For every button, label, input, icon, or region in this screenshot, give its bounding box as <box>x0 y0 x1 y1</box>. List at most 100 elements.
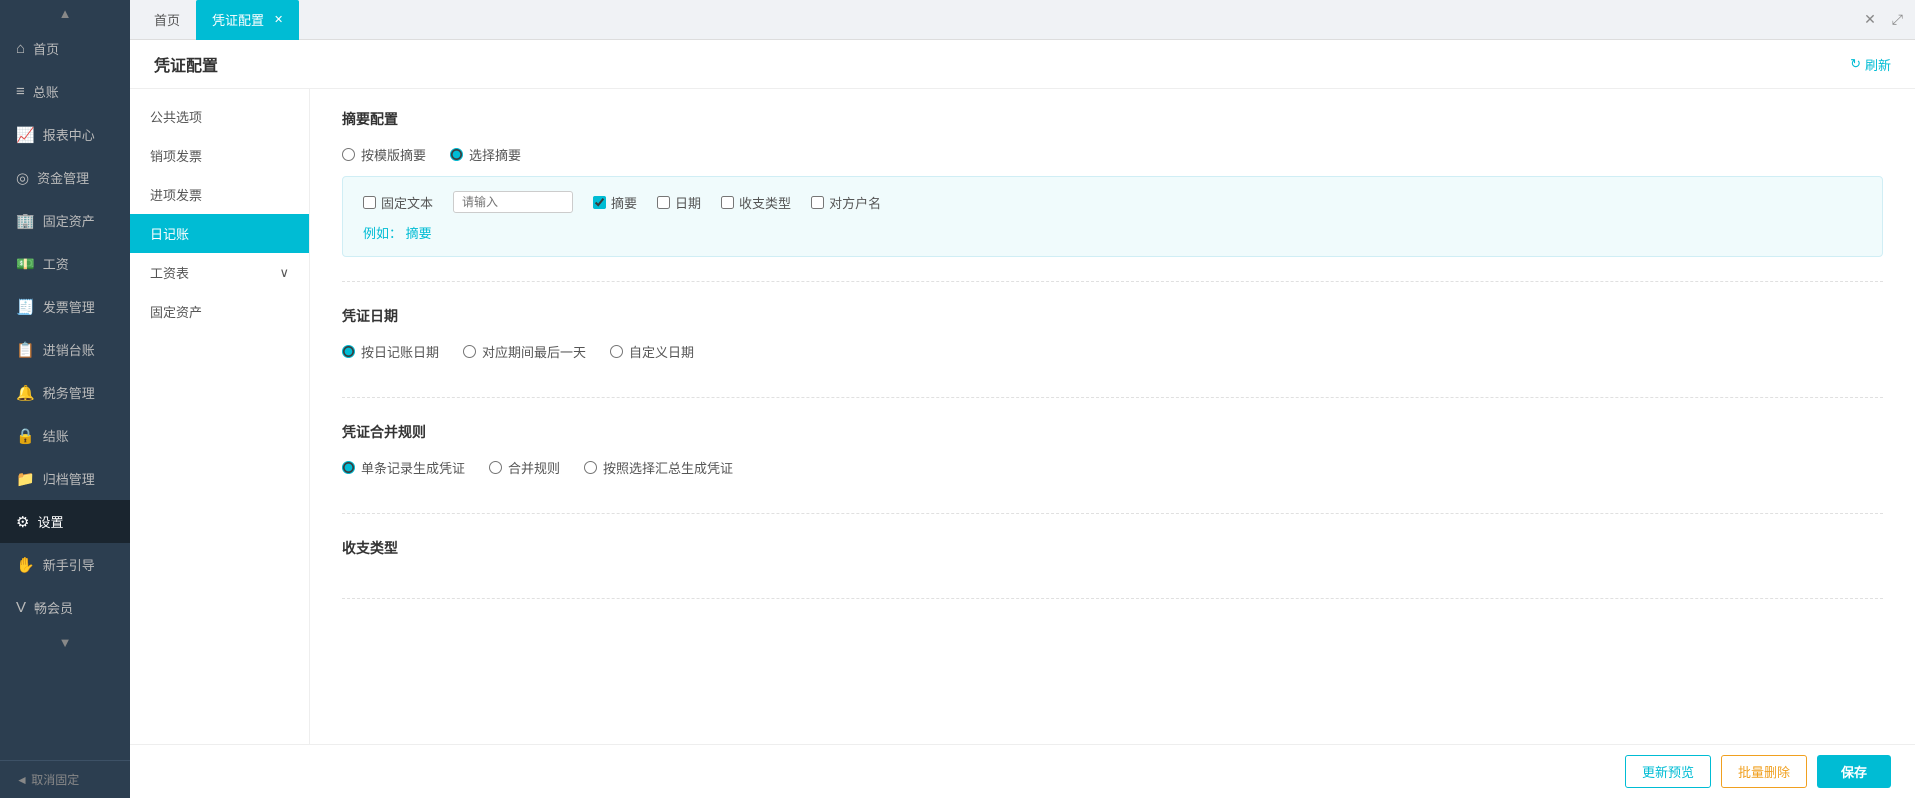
sidebar-item-archive[interactable]: 📁 归档管理 <box>0 457 130 500</box>
radio-merge-rules[interactable]: 合并规则 <box>489 458 560 477</box>
summary-config-title: 摘要配置 <box>342 109 1883 129</box>
checkbox-date-input[interactable] <box>657 196 670 209</box>
summary-config-box: 固定文本 摘要 日期 <box>342 176 1883 257</box>
sidebar-item-reports[interactable]: 📈 报表中心 <box>0 113 130 156</box>
guide-icon: ✋ <box>16 556 35 574</box>
left-nav-fixed-assets[interactable]: 固定资产 <box>130 292 309 331</box>
sidebar-item-funds[interactable]: ◎ 资金管理 <box>0 156 130 199</box>
checkbox-income-type-input[interactable] <box>721 196 734 209</box>
member-icon: V <box>16 599 26 616</box>
sidebar-item-guide[interactable]: ✋ 新手引导 <box>0 543 130 586</box>
radio-select-summary[interactable]: 选择摘要 <box>450 145 521 164</box>
home-icon: ⌂ <box>16 40 25 57</box>
payroll-icon: 💵 <box>16 255 35 273</box>
radio-single-record-input[interactable] <box>342 461 355 474</box>
update-preview-button[interactable]: 更新预览 <box>1625 755 1711 788</box>
sidebar-item-assets[interactable]: 🏢 固定资产 <box>0 199 130 242</box>
checkbox-summary[interactable]: 摘要 <box>593 193 637 212</box>
sidebar-scroll-down[interactable]: ▼ <box>0 629 130 656</box>
close-account-icon: 🔒 <box>16 427 35 445</box>
pin-icon: ◄ <box>16 773 28 787</box>
left-nav-public[interactable]: 公共选项 <box>130 97 309 136</box>
checkbox-counterpart[interactable]: 对方户名 <box>811 193 881 212</box>
content-area: 凭证配置 ↻ 刷新 公共选项 销项发票 进项发票 日记账 <box>130 40 1915 798</box>
save-button[interactable]: 保存 <box>1817 755 1891 788</box>
radio-merge-rules-input[interactable] <box>489 461 502 474</box>
radio-custom-date[interactable]: 自定义日期 <box>610 342 694 361</box>
sidebar-item-tax[interactable]: 🔔 税务管理 <box>0 371 130 414</box>
reports-icon: 📈 <box>16 126 35 144</box>
sidebar-item-home[interactable]: ⌂ 首页 <box>0 27 130 70</box>
tab-home[interactable]: 首页 <box>138 0 196 40</box>
radio-template-summary-input[interactable] <box>342 148 355 161</box>
sidebar: ▲ ⌂ 首页 ≡ 总账 📈 报表中心 ◎ 资金管理 🏢 固定资产 💵 工资 🧾 … <box>0 0 130 798</box>
checkbox-fixed-text[interactable]: 固定文本 <box>363 193 433 212</box>
tab-bar: 首页 凭证配置 ✕ ✕ ⤢ <box>130 0 1915 40</box>
radio-custom-date-input[interactable] <box>610 345 623 358</box>
refresh-icon: ↻ <box>1850 56 1861 72</box>
sidebar-item-member[interactable]: V 畅会员 <box>0 586 130 629</box>
example-text: 例如： 摘要 <box>363 223 1862 242</box>
sidebar-item-payroll[interactable]: 💵 工资 <box>0 242 130 285</box>
assets-icon: 🏢 <box>16 212 35 230</box>
funds-icon: ◎ <box>16 169 29 187</box>
merge-rules-section: 凭证合并规则 单条记录生成凭证 合并规则 按照选择汇总生成凭证 <box>342 422 1883 514</box>
voucher-date-title: 凭证日期 <box>342 306 1883 326</box>
purchase-sales-icon: 📋 <box>16 341 35 359</box>
bottom-bar: 更新预览 批量删除 保存 <box>130 744 1915 798</box>
summary-config-section: 摘要配置 按模版摘要 选择摘要 <box>342 109 1883 282</box>
tab-close-window-button[interactable]: ✕ <box>1860 7 1880 32</box>
page-header: 凭证配置 ↻ 刷新 <box>130 40 1915 89</box>
expand-icon: ∨ <box>279 265 289 281</box>
radio-template-summary[interactable]: 按模版摘要 <box>342 145 426 164</box>
checkbox-date[interactable]: 日期 <box>657 193 701 212</box>
sidebar-item-close[interactable]: 🔒 结账 <box>0 414 130 457</box>
left-nav-sales-invoice[interactable]: 销项发票 <box>130 136 309 175</box>
checkbox-counterpart-input[interactable] <box>811 196 824 209</box>
radio-period-last-day-input[interactable] <box>463 345 476 358</box>
refresh-button[interactable]: ↻ 刷新 <box>1850 55 1891 74</box>
main-area: 首页 凭证配置 ✕ ✕ ⤢ 凭证配置 ↻ 刷新 公共选项 <box>130 0 1915 798</box>
left-nav-purchase-invoice[interactable]: 进项发票 <box>130 175 309 214</box>
sidebar-item-invoices[interactable]: 🧾 发票管理 <box>0 285 130 328</box>
tab-restore-button[interactable]: ⤢ <box>1888 7 1907 32</box>
left-nav: 公共选项 销项发票 进项发票 日记账 工资表 ∨ 固定资产 <box>130 89 310 744</box>
fixed-text-input[interactable] <box>453 191 573 213</box>
sidebar-unpin[interactable]: ◄ 取消固定 <box>0 760 130 798</box>
ledger-icon: ≡ <box>16 83 25 100</box>
sidebar-item-ledger[interactable]: ≡ 总账 <box>0 70 130 113</box>
merge-rules-title: 凭证合并规则 <box>342 422 1883 442</box>
checkbox-fixed-text-input[interactable] <box>363 196 376 209</box>
tab-actions: ✕ ⤢ <box>1860 7 1907 32</box>
radio-select-merge-input[interactable] <box>584 461 597 474</box>
merge-rules-radio-group: 单条记录生成凭证 合并规则 按照选择汇总生成凭证 <box>342 458 1883 477</box>
left-nav-payroll-table[interactable]: 工资表 ∨ <box>130 253 309 292</box>
radio-journal-date[interactable]: 按日记账日期 <box>342 342 439 361</box>
tab-close-icon[interactable]: ✕ <box>274 13 283 26</box>
radio-single-record[interactable]: 单条记录生成凭证 <box>342 458 465 477</box>
sidebar-scroll-up[interactable]: ▲ <box>0 0 130 27</box>
archive-icon: 📁 <box>16 470 35 488</box>
sidebar-item-settings[interactable]: ⚙ 设置 <box>0 500 130 543</box>
left-nav-journal[interactable]: 日记账 <box>130 214 309 253</box>
radio-select-merge[interactable]: 按照选择汇总生成凭证 <box>584 458 733 477</box>
tab-voucher-config[interactable]: 凭证配置 ✕ <box>196 0 299 40</box>
radio-select-summary-input[interactable] <box>450 148 463 161</box>
income-type-title: 收支类型 <box>342 538 1883 558</box>
batch-delete-button[interactable]: 批量删除 <box>1721 755 1807 788</box>
settings-icon: ⚙ <box>16 513 29 531</box>
tax-icon: 🔔 <box>16 384 35 402</box>
voucher-date-section: 凭证日期 按日记账日期 对应期间最后一天 自定义日期 <box>342 306 1883 398</box>
invoices-icon: 🧾 <box>16 298 35 316</box>
voucher-date-radio-group: 按日记账日期 对应期间最后一天 自定义日期 <box>342 342 1883 361</box>
checkbox-income-type[interactable]: 收支类型 <box>721 193 791 212</box>
right-content: 摘要配置 按模版摘要 选择摘要 <box>310 89 1915 744</box>
summary-checkbox-group: 固定文本 摘要 日期 <box>363 191 1862 213</box>
radio-period-last-day[interactable]: 对应期间最后一天 <box>463 342 586 361</box>
sidebar-item-purchase-sales[interactable]: 📋 进销台账 <box>0 328 130 371</box>
radio-journal-date-input[interactable] <box>342 345 355 358</box>
income-type-section: 收支类型 <box>342 538 1883 599</box>
summary-radio-group: 按模版摘要 选择摘要 <box>342 145 1883 164</box>
checkbox-summary-input[interactable] <box>593 196 606 209</box>
page-title: 凭证配置 <box>154 52 218 76</box>
